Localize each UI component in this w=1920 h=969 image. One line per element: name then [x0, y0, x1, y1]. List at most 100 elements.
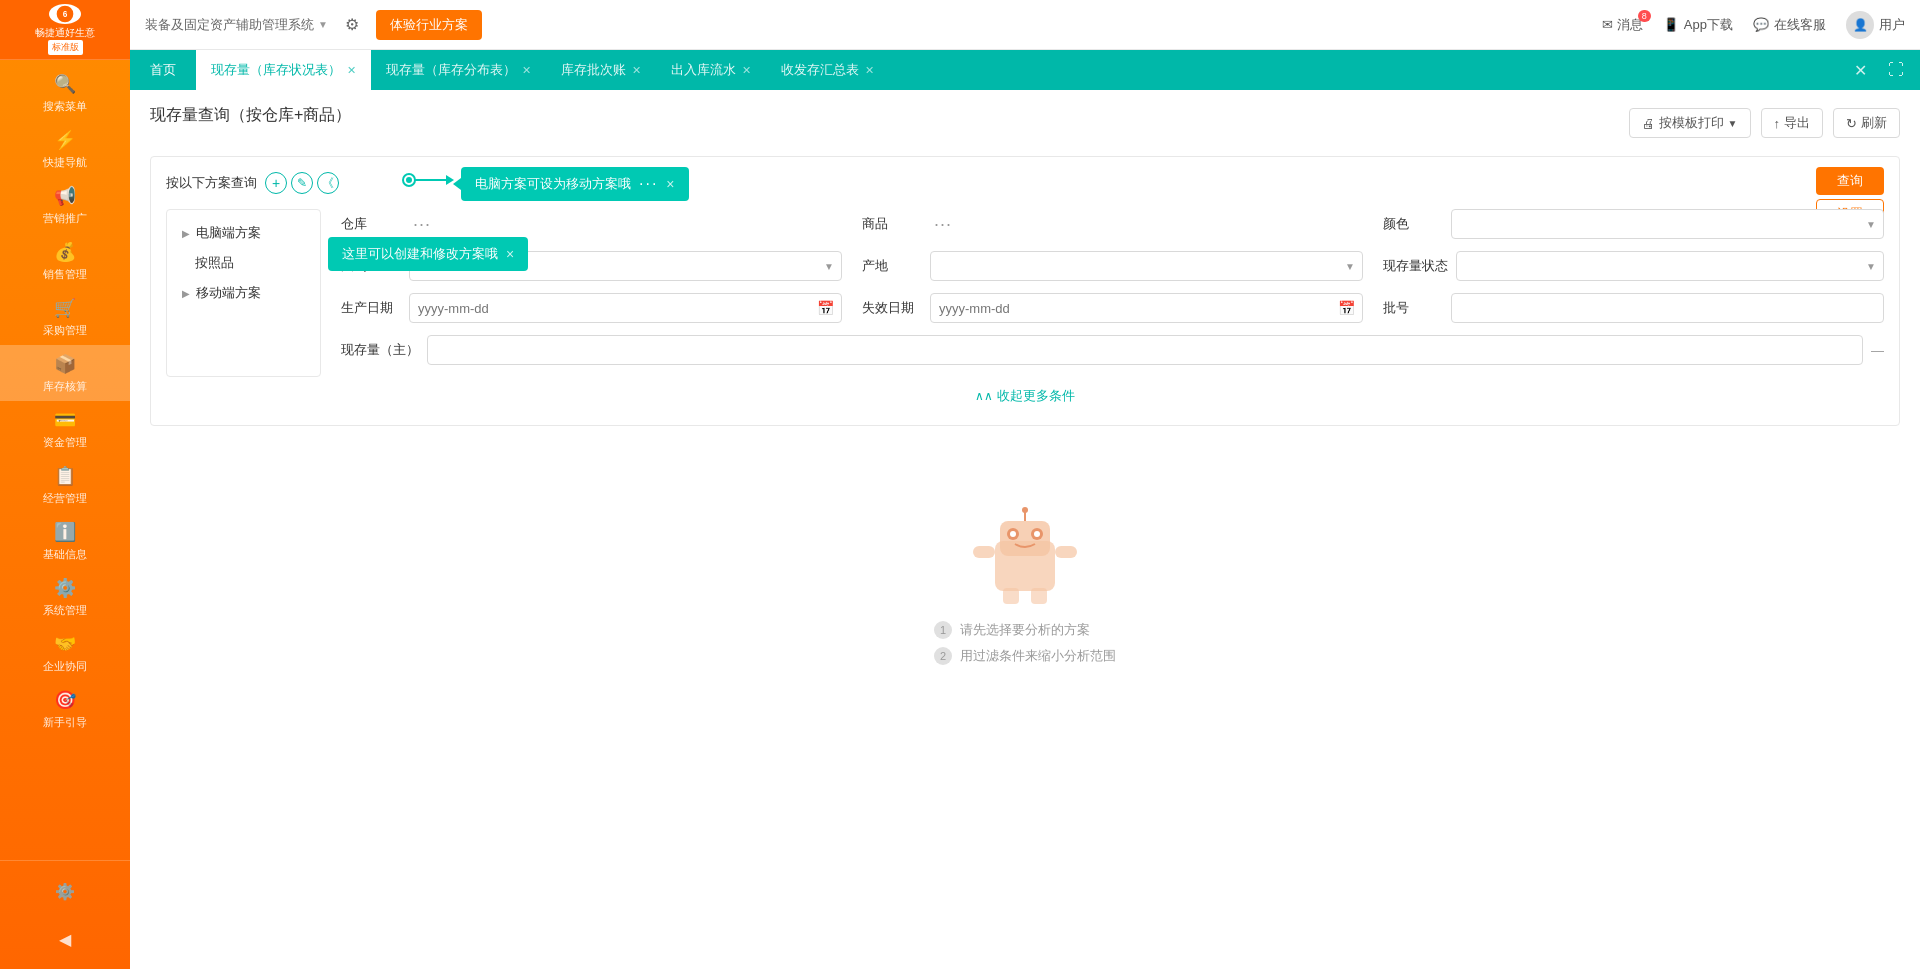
stock-status-select[interactable]	[1456, 251, 1884, 281]
sidebar-item-search[interactable]: 🔍 搜索菜单	[0, 65, 130, 121]
exp-date-input[interactable]	[930, 293, 1363, 323]
inventory-icon: 📦	[54, 353, 76, 375]
sidebar-item-sales[interactable]: 💰 销售管理	[0, 233, 130, 289]
warehouse-dots-icon: ···	[413, 214, 431, 235]
sidebar-item-newbie[interactable]: 🎯 新手引导	[0, 681, 130, 737]
color-label: 颜色	[1383, 215, 1443, 233]
sidebar-label-search: 搜索菜单	[43, 99, 87, 114]
tree-item-mobile[interactable]: ▶ 移动端方案	[167, 278, 320, 308]
mfg-date-calendar-icon[interactable]: 📅	[817, 300, 834, 316]
export-label: 导出	[1784, 114, 1810, 132]
online-support-icon: 💬	[1753, 17, 1769, 32]
refresh-button[interactable]: ↻ 刷新	[1833, 108, 1900, 138]
app-download-button[interactable]: 📱 App下载	[1663, 16, 1733, 34]
sidebar-item-cooperation[interactable]: 🤝 企业协同	[0, 625, 130, 681]
sidebar-item-finance[interactable]: 💳 资金管理	[0, 401, 130, 457]
edit-scheme-button[interactable]: ✎	[291, 172, 313, 194]
collapse-button[interactable]: ∧∧ 收起更多条件	[975, 387, 1075, 405]
online-support-label: 在线客服	[1774, 16, 1826, 34]
system-dropdown[interactable]: 装备及固定资产辅助管理系统 ▼	[145, 16, 328, 34]
sidebar-collapse-btn[interactable]: ◀	[0, 919, 130, 959]
goods-field: 商品 ···	[862, 214, 1363, 235]
batch-field: 批号	[1383, 293, 1884, 323]
tab-home[interactable]: 首页	[130, 50, 196, 90]
sidebar-item-management[interactable]: 📋 经营管理	[0, 457, 130, 513]
svg-rect-9	[1055, 546, 1077, 558]
tab-expand-icon[interactable]: ⛶	[1882, 56, 1910, 84]
filter-row-2: 尺码 ▼ 产地 ▼	[341, 251, 1884, 281]
message-icon: ✉	[1602, 17, 1613, 32]
scheme-tooltip-close-icon[interactable]: ×	[506, 246, 514, 262]
query-button[interactable]: 查询	[1816, 167, 1884, 195]
tab-batch-ledger[interactable]: 库存批次账 ✕	[546, 50, 656, 90]
sidebar-item-base-info[interactable]: ℹ️ 基础信息	[0, 513, 130, 569]
tree-item-desktop[interactable]: ▶ 电脑端方案	[167, 218, 320, 248]
management-icon: 📋	[54, 465, 76, 487]
sidebar-label-management: 经营管理	[43, 491, 87, 506]
warehouse-label: 仓库	[341, 215, 401, 233]
online-support-button[interactable]: 💬 在线客服	[1753, 16, 1826, 34]
messages-button[interactable]: ✉ 消息 8	[1602, 16, 1643, 34]
origin-select[interactable]	[930, 251, 1363, 281]
cooperation-icon: 🤝	[54, 633, 76, 655]
tab-close-all-icon[interactable]: ✕	[1846, 56, 1874, 84]
sidebar-item-marketing[interactable]: 📢 营销推广	[0, 177, 130, 233]
main-area: 装备及固定资产辅助管理系统 ▼ ⚙ 体验行业方案 ✉ 消息 8 📱 App下载 …	[130, 0, 1920, 969]
tab-close-icon-4[interactable]: ✕	[742, 64, 751, 77]
tab-summary[interactable]: 收发存汇总表 ✕	[766, 50, 889, 90]
newbie-icon: 🎯	[54, 689, 76, 711]
tab-inventory-status[interactable]: 现存量（库存状况表） ✕	[196, 50, 371, 90]
scheme-popup-text: 电脑方案可设为移动方案哦	[475, 175, 631, 193]
export-button[interactable]: ↑ 导出	[1761, 108, 1824, 138]
tab-inventory-distribution[interactable]: 现存量（库存分布表） ✕	[371, 50, 546, 90]
scheme-popup: 电脑方案可设为移动方案哦 ··· ×	[461, 167, 689, 201]
tab-close-icon-2[interactable]: ✕	[522, 64, 531, 77]
inventory-amount-field: 现存量（主） —	[341, 335, 1884, 365]
sidebar-item-system[interactable]: ⚙️ 系统管理	[0, 569, 130, 625]
tree-arrow-desktop: ▶	[182, 228, 190, 239]
sidebar-collapse-icon: ◀	[59, 930, 71, 949]
step-num-2: 2	[934, 647, 952, 665]
warehouse-field: 仓库 ···	[341, 214, 842, 235]
empty-state: 1 请先选择要分析的方案 2 用过滤条件来缩小分析范围	[150, 426, 1900, 705]
tab-close-icon-5[interactable]: ✕	[865, 64, 874, 77]
mfg-date-input[interactable]	[409, 293, 842, 323]
color-select[interactable]	[1451, 209, 1884, 239]
logo-text: 畅捷通好生意	[35, 26, 95, 39]
arrow-line	[414, 179, 449, 181]
exp-date-label: 失效日期	[862, 299, 922, 317]
export-icon: ↑	[1774, 116, 1781, 131]
tree-item-by-goods[interactable]: 按照品	[167, 248, 320, 278]
svg-point-13	[1022, 507, 1028, 513]
filter-section: 按以下方案查询 + ✎ 《 电脑方案可设为移动方案哦 ··· ×	[150, 156, 1900, 426]
tab-close-icon-1[interactable]: ✕	[347, 64, 356, 77]
print-template-button[interactable]: 🖨 按模板打印 ▼	[1629, 108, 1751, 138]
sidebar-label-sales: 销售管理	[43, 267, 87, 282]
tab-inventory-distribution-label: 现存量（库存分布表）	[386, 61, 516, 79]
batch-input[interactable]	[1451, 293, 1884, 323]
sidebar: 6 畅捷通好生意 标准版 🔍 搜索菜单 ⚡ 快捷导航 📢 营销推广 💰 销售管理…	[0, 0, 130, 969]
prev-scheme-button[interactable]: 《	[317, 172, 339, 194]
sidebar-nav: 🔍 搜索菜单 ⚡ 快捷导航 📢 营销推广 💰 销售管理 🛒 采购管理 📦 库存核…	[0, 60, 130, 860]
experience-button[interactable]: 体验行业方案	[376, 10, 482, 40]
tab-close-icon-3[interactable]: ✕	[632, 64, 641, 77]
user-menu[interactable]: 👤 用户	[1846, 11, 1905, 39]
sidebar-item-inventory[interactable]: 📦 库存核算	[0, 345, 130, 401]
scheme-popup-close-icon[interactable]: ×	[666, 176, 674, 192]
system-settings-button[interactable]: ⚙	[338, 11, 366, 39]
tab-inout-flow[interactable]: 出入库流水 ✕	[656, 50, 766, 90]
sidebar-label-finance: 资金管理	[43, 435, 87, 450]
app-download-icon: 📱	[1663, 17, 1679, 32]
sidebar-item-quicknav[interactable]: ⚡ 快捷导航	[0, 121, 130, 177]
color-select-wrapper: ▼	[1451, 209, 1884, 239]
avatar: 👤	[1846, 11, 1874, 39]
sidebar-item-purchase[interactable]: 🛒 采购管理	[0, 289, 130, 345]
exp-date-calendar-icon[interactable]: 📅	[1338, 300, 1355, 316]
sidebar-label-marketing: 营销推广	[43, 211, 87, 226]
inventory-min-input[interactable]	[427, 335, 1863, 365]
add-scheme-button[interactable]: +	[265, 172, 287, 194]
filter-header: 按以下方案查询 + ✎ 《 电脑方案可设为移动方案哦 ··· ×	[166, 172, 1884, 194]
sidebar-settings-btn[interactable]: ⚙️	[0, 871, 130, 911]
svg-rect-3	[1000, 521, 1050, 556]
app-download-label: App下载	[1684, 16, 1733, 34]
